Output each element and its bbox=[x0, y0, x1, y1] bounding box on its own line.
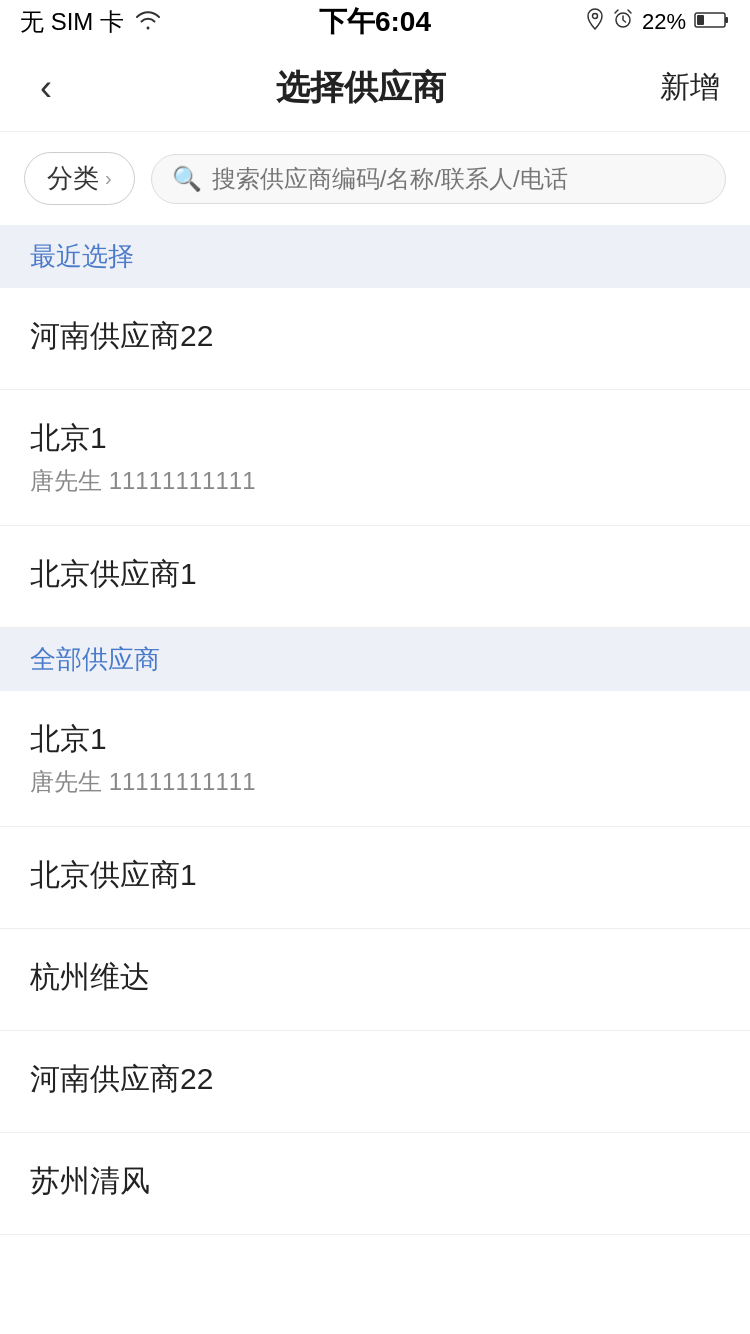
all-list: 北京1 唐先生 11111111111 北京供应商1 杭州维达河南供应商22 苏州清风 bbox=[0, 691, 750, 1235]
add-button[interactable]: 新增 bbox=[660, 67, 720, 108]
item-name: 北京1 bbox=[30, 719, 720, 760]
item-name: 河南供应商22 bbox=[30, 1059, 720, 1100]
wifi-icon bbox=[134, 8, 162, 36]
svg-rect-3 bbox=[697, 15, 704, 25]
item-name: 北京供应商1 bbox=[30, 855, 720, 896]
nav-bar: ‹ 选择供应商 新增 bbox=[0, 44, 750, 132]
search-input[interactable] bbox=[212, 165, 705, 193]
carrier-text: 无 SIM 卡 bbox=[20, 6, 124, 38]
svg-point-0 bbox=[592, 14, 597, 19]
battery-text: 22% bbox=[642, 9, 686, 35]
svg-rect-4 bbox=[725, 17, 728, 23]
list-item[interactable]: 河南供应商22 bbox=[0, 288, 750, 390]
item-sub: 唐先生 11111111111 bbox=[30, 766, 720, 798]
alarm-icon bbox=[612, 8, 634, 36]
list-item[interactable]: 北京供应商1 bbox=[0, 526, 750, 628]
list-item[interactable]: 河南供应商22 bbox=[0, 1031, 750, 1133]
item-name: 北京1 bbox=[30, 418, 720, 459]
category-filter[interactable]: 分类 › bbox=[24, 152, 135, 205]
status-left: 无 SIM 卡 bbox=[20, 6, 162, 38]
status-right: 22% bbox=[586, 8, 730, 36]
search-icon: 🔍 bbox=[172, 165, 202, 193]
recent-list: 河南供应商22 北京1 唐先生 11111111111 北京供应商1 bbox=[0, 288, 750, 628]
list-item[interactable]: 北京1 唐先生 11111111111 bbox=[0, 390, 750, 526]
list-item[interactable]: 杭州维达 bbox=[0, 929, 750, 1031]
category-label: 分类 bbox=[47, 161, 99, 196]
filter-bar: 分类 › 🔍 bbox=[0, 132, 750, 225]
battery-icon bbox=[694, 9, 730, 35]
item-name: 河南供应商22 bbox=[30, 316, 720, 357]
location-icon bbox=[586, 8, 604, 36]
all-section-header: 全部供应商 bbox=[0, 628, 750, 691]
item-name: 苏州清风 bbox=[30, 1161, 720, 1202]
item-sub: 唐先生 11111111111 bbox=[30, 465, 720, 497]
status-bar: 无 SIM 卡 下午6:04 22% bbox=[0, 0, 750, 44]
item-name: 杭州维达 bbox=[30, 957, 720, 998]
all-section-label: 全部供应商 bbox=[30, 644, 160, 674]
list-item[interactable]: 苏州清风 bbox=[0, 1133, 750, 1235]
back-button[interactable]: ‹ bbox=[30, 57, 62, 119]
item-name: 北京供应商1 bbox=[30, 554, 720, 595]
page-title: 选择供应商 bbox=[276, 65, 446, 111]
chevron-right-icon: › bbox=[105, 167, 112, 190]
recent-section-label: 最近选择 bbox=[30, 241, 134, 271]
status-time: 下午6:04 bbox=[319, 3, 431, 41]
list-item[interactable]: 北京1 唐先生 11111111111 bbox=[0, 691, 750, 827]
list-item[interactable]: 北京供应商1 bbox=[0, 827, 750, 929]
search-box[interactable]: 🔍 bbox=[151, 154, 726, 204]
recent-section-header: 最近选择 bbox=[0, 225, 750, 288]
